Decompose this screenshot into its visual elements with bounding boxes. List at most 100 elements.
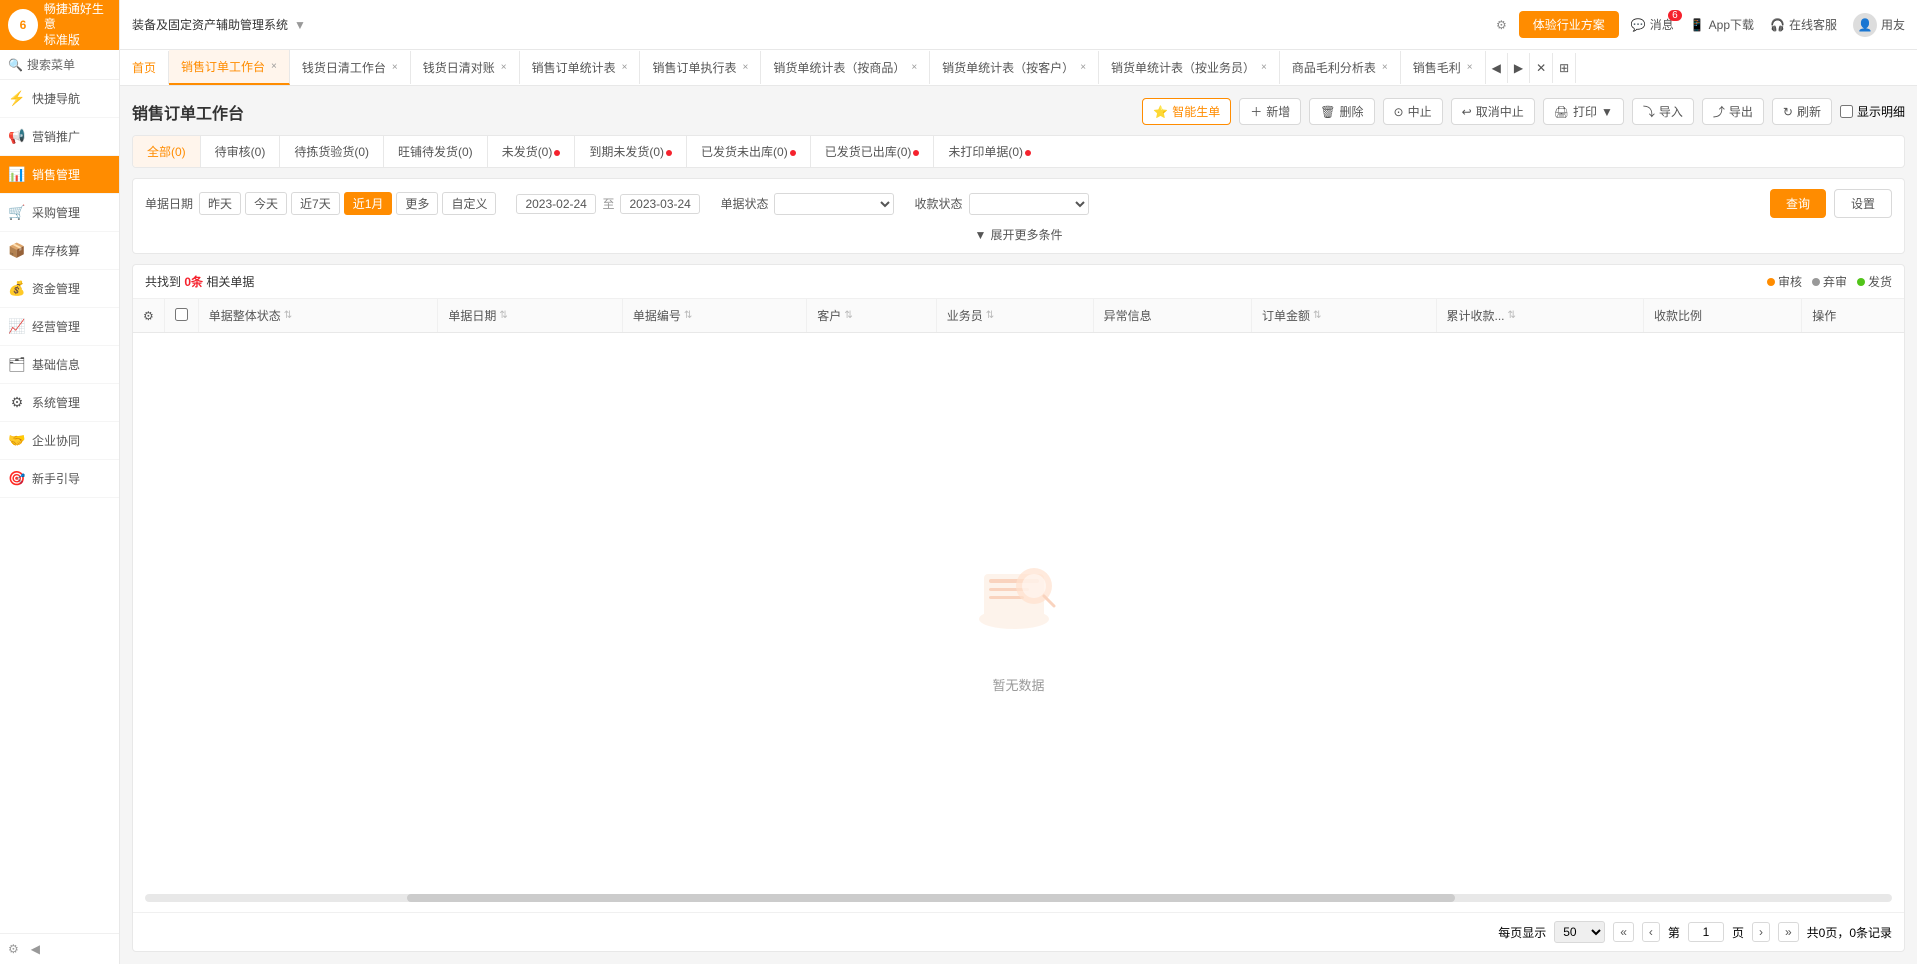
industry-btn[interactable]: 体验行业方案 [1519,11,1619,38]
filter-tab-pending-inspect[interactable]: 待拣货验货(0) [280,136,384,167]
sidebar-item-operations[interactable]: 📈经营管理 [0,308,119,346]
date-custom[interactable]: 自定义 [442,192,496,215]
tab-sales-stat[interactable]: 销售订单统计表× [520,51,641,84]
settings-icon[interactable]: ⚙ [8,942,19,956]
refresh-btn[interactable]: ↻ 刷新 [1772,98,1832,125]
import-btn[interactable]: ⤵ 导入 [1632,98,1694,125]
tab-prev-btn[interactable]: ◀ [1486,53,1508,83]
filter-tab-not-printed[interactable]: 未打印单据(0) [934,136,1045,167]
review-action-btn[interactable]: 审核 [1767,273,1802,290]
date-1month[interactable]: 近1月 [344,192,393,215]
tab-close-sales-by-customer[interactable]: × [1080,62,1086,73]
tab-sales-by-staff[interactable]: 销货单统计表（按业务员）× [1099,51,1280,84]
tab-home[interactable]: 首页 [120,51,169,84]
sidebar-item-cooperation[interactable]: 🤝企业协同 [0,422,119,460]
th-collected[interactable]: 累计收款...⇅ [1436,299,1643,333]
sidebar-item-guide[interactable]: 🎯新手引导 [0,460,119,498]
sidebar-item-sales[interactable]: 📊销售管理 [0,156,119,194]
scrollbar-thumb[interactable] [407,894,1455,902]
sidebar-item-purchase[interactable]: 🛒采购管理 [0,194,119,232]
page-input[interactable] [1688,922,1724,942]
query-btn[interactable]: 查询 [1770,189,1826,218]
smart-btn[interactable]: ⭐ 智能生单 [1142,98,1231,125]
th-amount[interactable]: 订单金额⇅ [1252,299,1436,333]
date-more[interactable]: 更多 [396,192,438,215]
tab-cash-reconcile[interactable]: 钱货日清对账× [411,51,520,84]
cancel-stop-btn[interactable]: ↩ 取消中止 [1451,98,1535,125]
show-detail-label[interactable]: 显示明细 [1840,103,1905,120]
filter-tab-not-shipped[interactable]: 未发货(0) [488,136,576,167]
filter-tab-shipped-not-out[interactable]: 已发货未出库(0) [687,136,811,167]
tab-next-btn[interactable]: ▶ [1508,53,1530,83]
tab-close-all-btn[interactable]: ✕ [1530,53,1553,83]
collapse-icon[interactable]: ◀ [31,942,40,956]
cancel-action-btn[interactable]: 弃审 [1812,273,1847,290]
nav-label-cooperation: 企业协同 [32,432,80,449]
sidebar-item-quick-nav[interactable]: ⚡快捷导航 [0,80,119,118]
th-customer[interactable]: 客户⇅ [807,299,936,333]
tab-margin-analysis[interactable]: 商品毛利分析表× [1280,51,1401,84]
tab-sales-workbench[interactable]: 销售订单工作台× [169,50,290,85]
tab-close-cash-daily[interactable]: × [392,62,398,73]
stop-btn[interactable]: ⊙ 中止 [1383,98,1443,125]
page-last-btn[interactable]: » [1778,922,1799,942]
expand-btn[interactable]: ▼ 展开更多条件 [975,226,1063,243]
tab-close-sales-by-staff[interactable]: × [1261,62,1267,73]
horizontal-scrollbar[interactable] [133,884,1904,912]
sidebar-item-base-info[interactable]: 🗂基础信息 [0,346,119,384]
th-settings[interactable]: ⚙ [133,299,164,333]
tab-expand-btn[interactable]: ⊞ [1553,53,1576,83]
topbar-dropdown-icon[interactable]: ▼ [294,18,306,32]
settings-btn[interactable]: 设置 [1834,189,1892,218]
date-yesterday[interactable]: 昨天 [199,192,241,215]
date-today[interactable]: 今天 [245,192,287,215]
tab-close-cash-reconcile[interactable]: × [501,62,507,73]
th-date[interactable]: 单据日期⇅ [438,299,622,333]
sidebar-search[interactable]: 🔍 搜索菜单 [0,50,119,80]
gear-icon[interactable]: ⚙ [1496,18,1507,32]
sidebar-item-finance[interactable]: 💰资金管理 [0,270,119,308]
tab-close-sales-stat[interactable]: × [622,62,628,73]
th-status[interactable]: 单据整体状态⇅ [198,299,438,333]
status-select[interactable] [774,193,894,215]
th-staff[interactable]: 业务员⇅ [936,299,1093,333]
sidebar-item-marketing[interactable]: 📢营销推广 [0,118,119,156]
date-range-btns: 昨天 今天 近7天 近1月 更多 自定义 [199,192,496,215]
per-page-select[interactable]: 50 10 20 100 [1554,921,1605,943]
date-7days[interactable]: 近7天 [291,192,340,215]
app-download-btn[interactable]: 📱 App下载 [1690,16,1754,33]
tab-close-margin-analysis[interactable]: × [1382,62,1388,73]
add-btn[interactable]: ＋ 新增 [1239,98,1301,125]
sort-status-icon: ⇅ [284,310,292,321]
filter-tab-pending-review[interactable]: 待审核(0) [201,136,281,167]
tab-sales-profit[interactable]: 销售毛利× [1401,51,1486,84]
user-btn[interactable]: 👤 用友 [1853,13,1905,37]
sidebar-item-inventory[interactable]: 📦库存核算 [0,232,119,270]
th-number[interactable]: 单据编号⇅ [622,299,806,333]
message-btn[interactable]: 💬 消息 6 [1631,16,1674,33]
online-service-btn[interactable]: 🎧 在线客服 [1770,16,1837,33]
ship-action-btn[interactable]: 发货 [1857,273,1892,290]
export-btn[interactable]: ⤴ 导出 [1702,98,1764,125]
page-next-btn[interactable]: › [1752,922,1770,942]
payment-select[interactable] [969,193,1089,215]
tab-sales-by-customer[interactable]: 销货单统计表（按客户）× [930,51,1099,84]
tab-close-sales-workbench[interactable]: × [271,61,277,72]
page-prev-btn[interactable]: ‹ [1642,922,1660,942]
show-detail-checkbox[interactable] [1840,105,1853,118]
tab-close-sales-by-product[interactable]: × [911,62,917,73]
tab-sales-exec[interactable]: 销售订单执行表× [640,51,761,84]
print-btn[interactable]: 🖨 打印 ▼ [1543,98,1624,125]
filter-tab-shipped-out[interactable]: 已发货已出库(0) [811,136,935,167]
delete-btn[interactable]: 🗑 删除 [1309,98,1374,125]
select-all-checkbox[interactable] [175,308,188,321]
tab-close-sales-profit[interactable]: × [1467,62,1473,73]
sidebar-item-system[interactable]: ⚙系统管理 [0,384,119,422]
page-first-btn[interactable]: « [1613,922,1634,942]
tab-sales-by-product[interactable]: 销货单统计表（按商品）× [761,51,930,84]
tab-cash-daily[interactable]: 钱货日清工作台× [290,51,411,84]
tab-close-sales-exec[interactable]: × [742,62,748,73]
filter-tab-all[interactable]: 全部(0) [133,136,201,167]
filter-tab-wangpu-pending[interactable]: 旺铺待发货(0) [384,136,488,167]
filter-tab-overdue-not-shipped[interactable]: 到期未发货(0) [575,136,687,167]
